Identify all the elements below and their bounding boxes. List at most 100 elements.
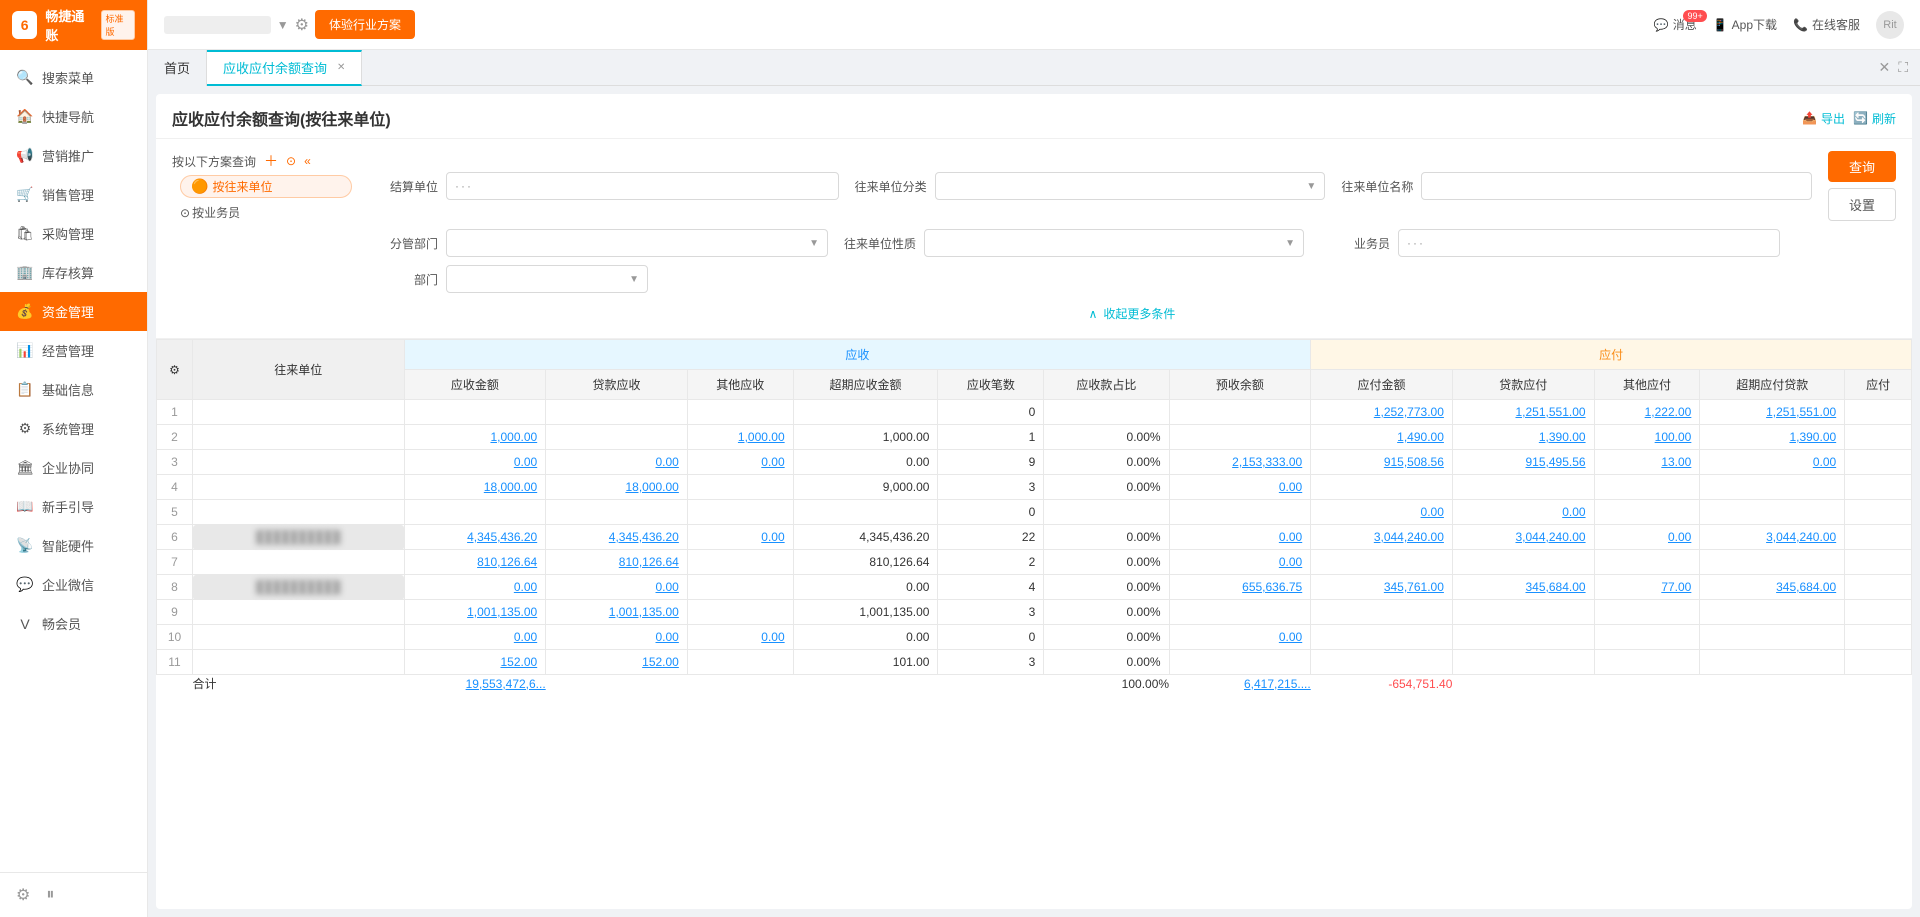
table-cell[interactable]: 3,044,240.00 bbox=[1452, 525, 1594, 550]
table-cell[interactable]: 0.00 bbox=[404, 575, 546, 600]
table-cell[interactable]: 655,636.75 bbox=[1169, 575, 1311, 600]
table-cell[interactable]: 100.00 bbox=[1594, 425, 1700, 450]
table-cell[interactable]: 915,495.56 bbox=[1452, 450, 1594, 475]
table-cell[interactable]: 810,126.64 bbox=[546, 550, 688, 575]
sidebar-item-purchase[interactable]: 🛍 采购管理 bbox=[0, 214, 147, 253]
collapse-bar[interactable]: ∧ 收起更多条件 bbox=[368, 301, 1896, 326]
sidebar-item-enterprise[interactable]: 🏛 企业协同 bbox=[0, 448, 147, 487]
table-cell[interactable]: 915,508.56 bbox=[1311, 450, 1453, 475]
app-download[interactable]: 📱 App下载 bbox=[1713, 16, 1777, 33]
table-cell[interactable]: 0.00 bbox=[546, 625, 688, 650]
breadcrumb-dropdown-icon[interactable]: ▼ bbox=[277, 18, 289, 32]
table-row: 11152.00152.00101.0030.00% bbox=[157, 650, 1912, 675]
table-cell[interactable]: 152.00 bbox=[546, 650, 688, 675]
promo-button[interactable]: 体验行业方案 bbox=[315, 10, 415, 39]
user-avatar[interactable]: Rit bbox=[1876, 11, 1904, 39]
sidebar-item-marketing[interactable]: 📢 营销推广 bbox=[0, 136, 147, 175]
sidebar-item-search[interactable]: 🔍 搜索菜单 bbox=[0, 58, 147, 97]
query-button[interactable]: 查询 bbox=[1828, 151, 1896, 182]
table-cell[interactable]: 345,684.00 bbox=[1700, 575, 1845, 600]
set-button[interactable]: 设置 bbox=[1828, 188, 1896, 221]
table-cell[interactable]: 4,345,436.20 bbox=[404, 525, 546, 550]
filter-settings-icon[interactable]: ⊙ bbox=[286, 154, 296, 168]
table-cell[interactable]: 3,044,240.00 bbox=[1700, 525, 1845, 550]
settings-footer-icon[interactable]: ⚙ bbox=[16, 885, 30, 905]
table-cell[interactable]: 77.00 bbox=[1594, 575, 1700, 600]
table-cell[interactable]: 4,345,436.20 bbox=[546, 525, 688, 550]
table-cell[interactable]: 0.00 bbox=[1169, 525, 1311, 550]
table-cell[interactable]: 1,251,551.00 bbox=[1700, 400, 1845, 425]
tab-query[interactable]: 应收应付余额查询 ✕ bbox=[207, 50, 362, 86]
table-cell[interactable]: 1,000.00 bbox=[404, 425, 546, 450]
collapse-footer-icon[interactable]: ⏸ bbox=[46, 886, 54, 904]
table-cell[interactable]: 0.00 bbox=[404, 450, 546, 475]
table-cell[interactable]: 1,390.00 bbox=[1700, 425, 1845, 450]
table-cell[interactable]: 0.00 bbox=[1700, 450, 1845, 475]
table-cell[interactable]: 0.00 bbox=[546, 575, 688, 600]
table-cell[interactable]: 0.00 bbox=[687, 525, 793, 550]
table-cell[interactable]: 0.00 bbox=[1169, 550, 1311, 575]
table-cell bbox=[1169, 600, 1311, 625]
table-cell[interactable]: 0.00 bbox=[687, 450, 793, 475]
sidebar-item-inventory[interactable]: 🏢 库存核算 bbox=[0, 253, 147, 292]
table-cell[interactable]: 0.00 bbox=[1169, 475, 1311, 500]
settle-input[interactable]: ··· bbox=[446, 172, 839, 200]
table-cell[interactable]: 0.00 bbox=[1594, 525, 1700, 550]
sidebar-item-guide[interactable]: 📖 新手引导 bbox=[0, 487, 147, 526]
filter-collapse-icon[interactable]: « bbox=[304, 154, 311, 168]
table-cell[interactable]: 152.00 bbox=[404, 650, 546, 675]
table-cell[interactable]: 810,126.64 bbox=[404, 550, 546, 575]
sidebar-item-operations[interactable]: 📊 经营管理 bbox=[0, 331, 147, 370]
table-cell[interactable]: 345,684.00 bbox=[1452, 575, 1594, 600]
table-cell[interactable]: 1,222.00 bbox=[1594, 400, 1700, 425]
category-input[interactable]: ▼ bbox=[935, 172, 1326, 200]
topbar-gear-icon[interactable]: ⚙ bbox=[295, 15, 309, 35]
table-cell[interactable]: 18,000.00 bbox=[404, 475, 546, 500]
table-cell[interactable]: 0.00 bbox=[546, 450, 688, 475]
footer-prepay[interactable]: 6,417,215.... bbox=[1169, 675, 1311, 693]
message-badge[interactable]: 💬 消息 99+ bbox=[1654, 16, 1697, 33]
sidebar-item-quicknav[interactable]: 🏠 快捷导航 bbox=[0, 97, 147, 136]
tab-close-all-icon[interactable]: ✕ bbox=[1878, 59, 1890, 76]
table-cell[interactable]: 1,390.00 bbox=[1452, 425, 1594, 450]
table-cell[interactable]: 1,000.00 bbox=[687, 425, 793, 450]
sidebar-item-basic[interactable]: 📋 基础信息 bbox=[0, 370, 147, 409]
tab-home[interactable]: 首页 bbox=[148, 50, 207, 86]
table-cell[interactable]: 0.00 bbox=[687, 625, 793, 650]
table-cell[interactable]: 2,153,333.00 bbox=[1169, 450, 1311, 475]
table-cell[interactable]: 13.00 bbox=[1594, 450, 1700, 475]
nature-input[interactable]: ▼ bbox=[924, 229, 1304, 257]
online-service[interactable]: 📞 在线客服 bbox=[1793, 16, 1860, 33]
table-cell[interactable]: 1,490.00 bbox=[1311, 425, 1453, 450]
refresh-button[interactable]: 🔄 刷新 bbox=[1853, 110, 1896, 127]
sidebar-item-sales[interactable]: 🛒 销售管理 bbox=[0, 175, 147, 214]
filter-scheme-by-unit[interactable]: 🟠 按往来单位 bbox=[180, 175, 352, 198]
table-cell[interactable]: 18,000.00 bbox=[546, 475, 688, 500]
table-cell[interactable]: 0.00 bbox=[1169, 625, 1311, 650]
table-cell[interactable]: 0.00 bbox=[1311, 500, 1453, 525]
tab-expand-icon[interactable]: ⛶ bbox=[1898, 59, 1908, 76]
table-cell[interactable]: 1,001,135.00 bbox=[546, 600, 688, 625]
export-button[interactable]: 📤 导出 bbox=[1802, 110, 1845, 127]
footer-ar-total[interactable]: 19,553,472,6... bbox=[404, 675, 546, 693]
dept-input[interactable]: ▼ bbox=[446, 229, 828, 257]
sidebar-item-vip[interactable]: V 畅会员 bbox=[0, 604, 147, 643]
salesman-input[interactable]: ··· bbox=[1398, 229, 1780, 257]
tab-close-icon[interactable]: ✕ bbox=[337, 62, 345, 73]
bumen-input[interactable]: ▼ bbox=[446, 265, 648, 293]
filter-scheme-by-salesman[interactable]: ⊙ 按业务员 bbox=[180, 204, 352, 221]
table-cell[interactable]: 1,001,135.00 bbox=[404, 600, 546, 625]
name-input[interactable] bbox=[1421, 172, 1812, 200]
th-settings[interactable]: ⚙ bbox=[157, 340, 193, 400]
sidebar-item-system[interactable]: ⚙ 系统管理 bbox=[0, 409, 147, 448]
filter-add-icon[interactable]: ＋ bbox=[264, 151, 278, 171]
table-cell[interactable]: 3,044,240.00 bbox=[1311, 525, 1453, 550]
sidebar-item-wechat[interactable]: 💬 企业微信 bbox=[0, 565, 147, 604]
sidebar-item-hardware[interactable]: 📡 智能硬件 bbox=[0, 526, 147, 565]
table-cell[interactable]: 1,251,551.00 bbox=[1452, 400, 1594, 425]
sidebar-item-finance[interactable]: 💰 资金管理 bbox=[0, 292, 147, 331]
table-cell[interactable]: 345,761.00 bbox=[1311, 575, 1453, 600]
table-cell[interactable]: 0.00 bbox=[404, 625, 546, 650]
table-cell[interactable]: 0.00 bbox=[1452, 500, 1594, 525]
table-cell[interactable]: 1,252,773.00 bbox=[1311, 400, 1453, 425]
